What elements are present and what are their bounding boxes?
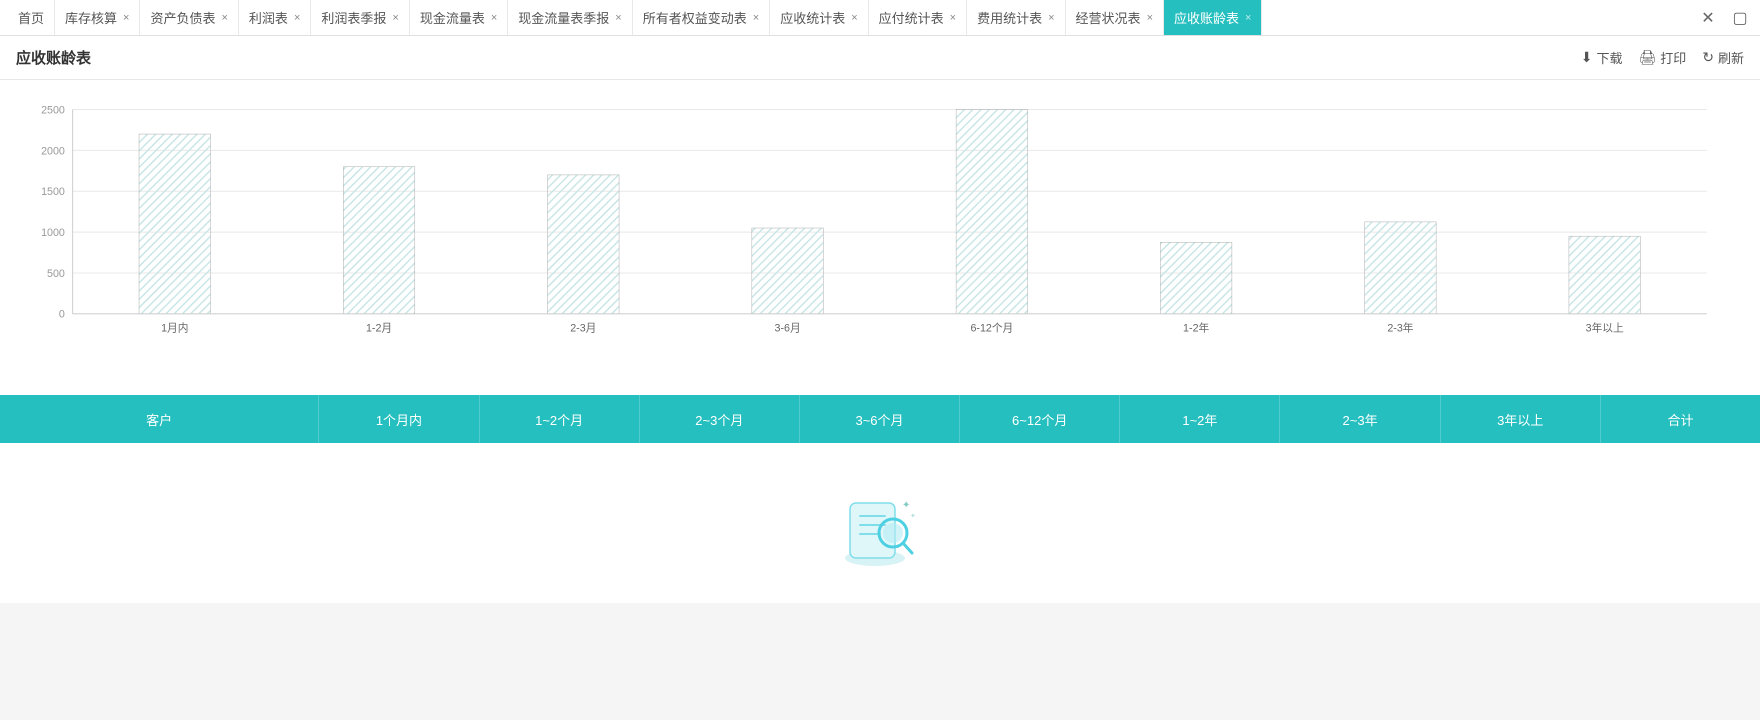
- tab-close-ar-aging[interactable]: ×: [1245, 12, 1251, 24]
- th-3~6个月: 3~6个月: [800, 395, 960, 443]
- tab-home[interactable]: 首页: [8, 0, 55, 36]
- svg-text:1000: 1000: [41, 227, 65, 239]
- tab-close-inventory[interactable]: ×: [123, 12, 129, 24]
- svg-text:500: 500: [47, 268, 65, 280]
- tab-operation[interactable]: 经营状况表 ×: [1066, 0, 1164, 36]
- tab-label: 所有者权益变动表: [643, 8, 747, 27]
- tab-close-balance[interactable]: ×: [221, 12, 227, 24]
- tab-label: 应收统计表: [780, 8, 845, 27]
- tab-bar-right: ✕ ▢: [1696, 6, 1752, 30]
- th-6~12个月: 6~12个月: [960, 395, 1120, 443]
- svg-text:2-3月: 2-3月: [570, 322, 596, 334]
- tab-home-label: 首页: [18, 8, 44, 27]
- main-content: 0 500 1000 1500 2000 2500 1月内 1-2月 2-3月 3-6月 6-12个…: [0, 80, 1760, 603]
- page-header: 应收账龄表 ⬇ 下载 🖨 打印 ↻ 刷新: [0, 36, 1760, 80]
- svg-text:1500: 1500: [41, 186, 65, 198]
- tab-label: 现金流量表: [420, 8, 485, 27]
- tab-label: 费用统计表: [977, 8, 1042, 27]
- th-合计: 合计: [1601, 395, 1760, 443]
- tab-balance[interactable]: 资产负债表 ×: [140, 0, 238, 36]
- tab-close-profit[interactable]: ×: [294, 12, 300, 24]
- svg-text:2500: 2500: [41, 104, 65, 116]
- tab-label: 资产负债表: [150, 8, 215, 27]
- svg-text:2-3年: 2-3年: [1387, 321, 1413, 334]
- tab-close-cashflow[interactable]: ×: [491, 12, 497, 24]
- table-header: 客户1个月内1~2个月2~3个月3~6个月6~12个月1~2年2~3年3年以上合…: [0, 395, 1760, 443]
- download-label: 下载: [1596, 48, 1622, 67]
- tab-close-operation[interactable]: ×: [1147, 12, 1153, 24]
- th-1~2个月: 1~2个月: [480, 395, 640, 443]
- tab-close-expense-stat[interactable]: ×: [1048, 12, 1054, 24]
- tab-expense-stat[interactable]: 费用统计表 ×: [967, 0, 1065, 36]
- empty-state: ✦ ✦: [0, 443, 1760, 603]
- tab-label: 利润表季报: [321, 8, 386, 27]
- empty-illustration: ✦ ✦: [830, 483, 930, 563]
- tab-label: 应收账龄表: [1174, 8, 1239, 27]
- svg-text:0: 0: [59, 309, 65, 321]
- svg-text:3年以上: 3年以上: [1586, 321, 1624, 334]
- svg-text:✦: ✦: [902, 500, 910, 511]
- chart-area: 0 500 1000 1500 2000 2500 1月内 1-2月 2-3月 3-6月 6-12个…: [0, 80, 1760, 395]
- tab-close-ap-stat[interactable]: ×: [950, 12, 956, 24]
- svg-text:6-12个月: 6-12个月: [970, 322, 1013, 334]
- tab-close-cashflow-quarter[interactable]: ×: [615, 12, 621, 24]
- tab-cashflow-quarter[interactable]: 现金流量表季报 ×: [508, 0, 632, 36]
- bar-chart: 0 500 1000 1500 2000 2500 1月内 1-2月 2-3月 3-6月 6-12个…: [24, 96, 1736, 376]
- th-3年以上: 3年以上: [1441, 395, 1601, 443]
- print-label: 打印: [1660, 48, 1686, 67]
- tab-ar-aging[interactable]: 应收账龄表 ×: [1164, 0, 1262, 36]
- tab-profit[interactable]: 利润表 ×: [239, 0, 311, 36]
- svg-text:1月内: 1月内: [161, 321, 188, 334]
- th-1个月内: 1个月内: [319, 395, 479, 443]
- tab-label: 库存核算: [65, 8, 117, 27]
- th-1~2年: 1~2年: [1120, 395, 1280, 443]
- tab-close-ar-stat[interactable]: ×: [851, 12, 857, 24]
- tab-equity[interactable]: 所有者权益变动表 ×: [633, 0, 770, 36]
- tab-label: 现金流量表季报: [518, 8, 609, 27]
- tab-label: 利润表: [249, 8, 288, 27]
- refresh-label: 刷新: [1718, 48, 1744, 67]
- svg-text:2000: 2000: [41, 145, 65, 157]
- tab-cashflow[interactable]: 现金流量表 ×: [410, 0, 508, 36]
- tab-bar: 首页 库存核算×资产负债表×利润表×利润表季报×现金流量表×现金流量表季报×所有…: [0, 0, 1760, 36]
- window-maximize-button[interactable]: ▢: [1728, 6, 1752, 30]
- tab-profit-quarter[interactable]: 利润表季报 ×: [311, 0, 409, 36]
- tab-ar-stat[interactable]: 应收统计表 ×: [770, 0, 868, 36]
- refresh-icon: ↻: [1702, 49, 1714, 66]
- download-icon: ⬇: [1581, 49, 1593, 66]
- window-close-button[interactable]: ✕: [1696, 6, 1720, 30]
- print-button[interactable]: 🖨 打印: [1638, 48, 1686, 67]
- th-2~3年: 2~3年: [1280, 395, 1440, 443]
- svg-text:1-2月: 1-2月: [366, 322, 392, 334]
- tab-ap-stat[interactable]: 应付统计表 ×: [869, 0, 967, 36]
- tab-close-equity[interactable]: ×: [753, 12, 759, 24]
- svg-text:3-6月: 3-6月: [775, 322, 801, 334]
- th-客户: 客户: [0, 395, 319, 443]
- download-button[interactable]: ⬇ 下载: [1581, 48, 1623, 67]
- svg-text:1-2年: 1-2年: [1183, 321, 1209, 334]
- svg-text:✦: ✦: [910, 512, 916, 520]
- page-title: 应收账龄表: [16, 47, 91, 68]
- tab-close-profit-quarter[interactable]: ×: [392, 12, 398, 24]
- header-actions: ⬇ 下载 🖨 打印 ↻ 刷新: [1581, 48, 1744, 67]
- empty-icon: ✦ ✦: [830, 483, 930, 573]
- th-2~3个月: 2~3个月: [640, 395, 800, 443]
- tab-label: 经营状况表: [1076, 8, 1141, 27]
- refresh-button[interactable]: ↻ 刷新: [1702, 48, 1744, 67]
- tab-label: 应付统计表: [879, 8, 944, 27]
- tab-inventory[interactable]: 库存核算 ×: [55, 0, 140, 36]
- print-icon: 🖨: [1638, 49, 1656, 66]
